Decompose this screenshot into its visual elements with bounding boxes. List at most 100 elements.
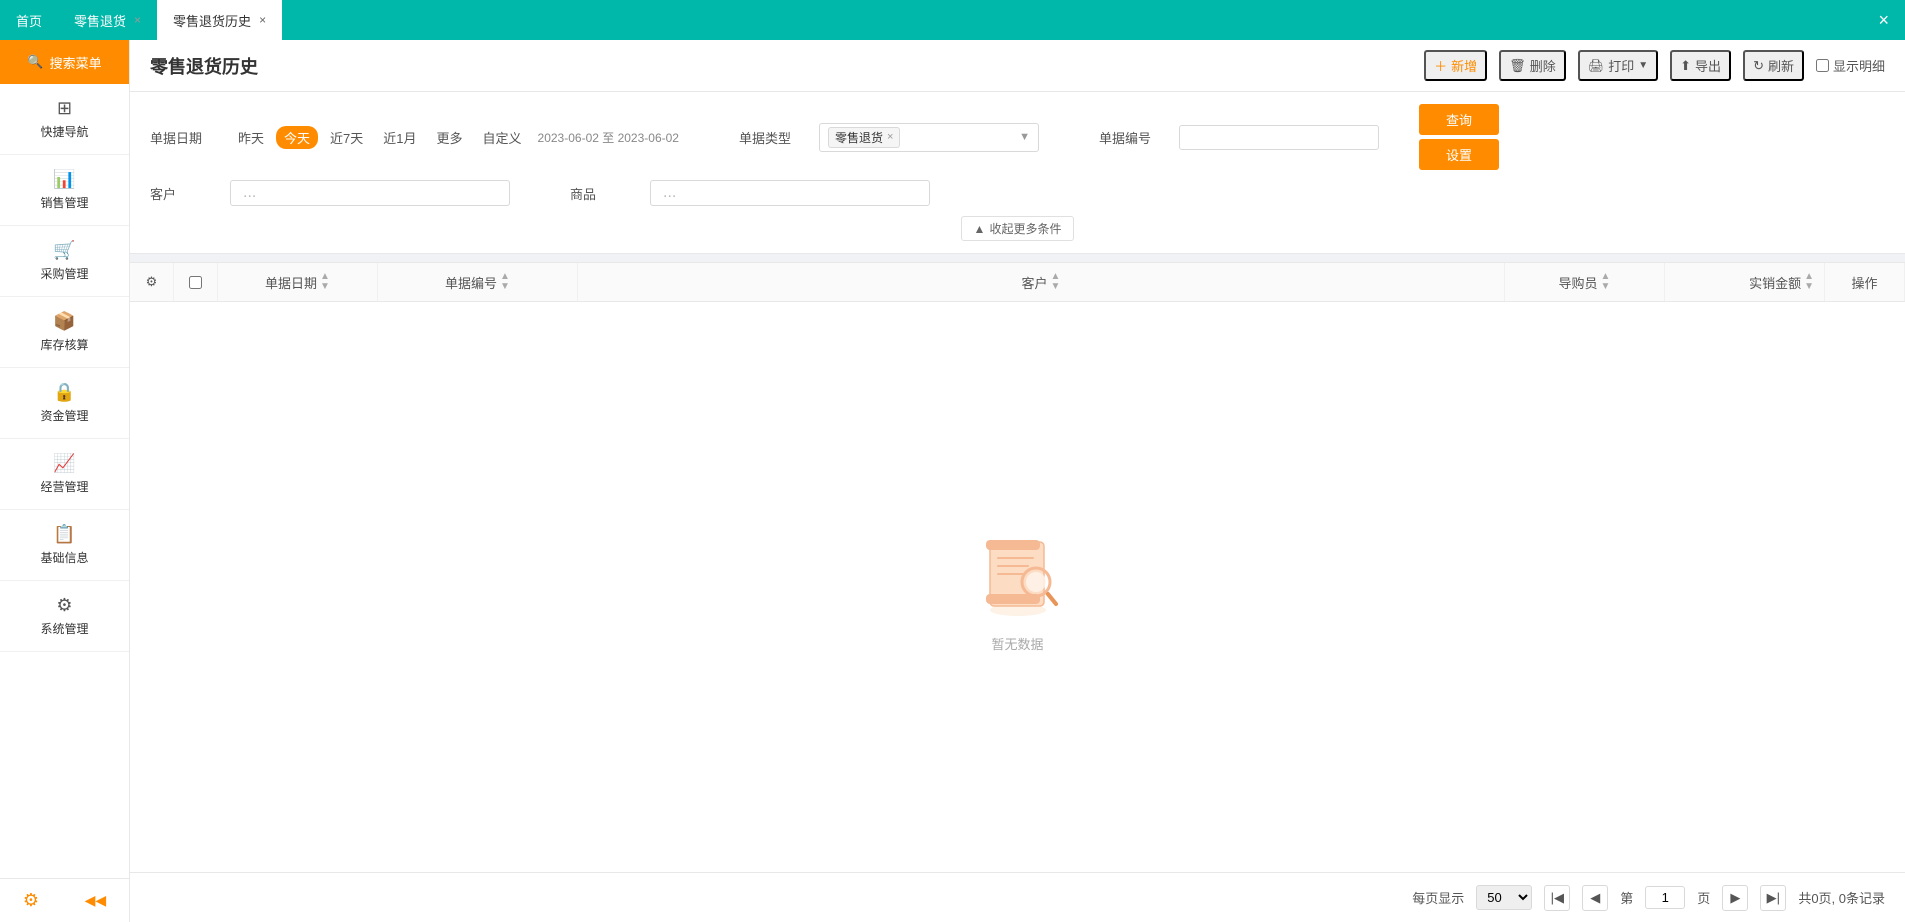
sidebar-item-basic-info[interactable]: 📋 基础信息	[0, 510, 129, 581]
per-page-label: 每页显示	[1412, 888, 1464, 907]
empty-text: 暂无数据	[991, 634, 1043, 653]
voucher-date-label: 单据日期	[150, 128, 210, 147]
prev-page-button[interactable]: ◀	[1582, 885, 1608, 911]
empty-illustration	[968, 522, 1068, 622]
query-action-area: 查询 设置	[1419, 104, 1499, 170]
sidebar-item-label: 系统管理	[40, 620, 88, 637]
collapse-icon: ▲	[974, 222, 986, 236]
next-page-button[interactable]: ▶	[1722, 885, 1748, 911]
header-actions: ＋ 新增 🗑 删除 🖨 打印 ▼ ⬆ 导出 ↻ 刷新	[1424, 50, 1885, 81]
system-mgmt-icon: ⚙	[56, 595, 72, 616]
collapse-bar: ▲ 收起更多条件	[150, 216, 1885, 241]
add-icon: ＋	[1434, 56, 1447, 75]
sidebar-item-label: 基础信息	[40, 549, 88, 566]
tab-return[interactable]: 零售退货 ×	[58, 0, 157, 40]
delete-icon: 🗑	[1509, 58, 1526, 74]
refresh-button[interactable]: ↻ 刷新	[1743, 50, 1804, 81]
print-dropdown-icon: ▼	[1638, 60, 1648, 71]
sidebar-nav: ⊞ 快捷导航 📊 销售管理 🛒 采购管理 📦 库存核算 🔒 资金管理 📈	[0, 84, 129, 878]
voucher-no-label: 单据编号	[1099, 128, 1159, 147]
print-icon: 🖨	[1588, 58, 1605, 74]
date-opt-last1month[interactable]: 近1月	[375, 126, 424, 149]
th-guide[interactable]: 导购员 ▲▼	[1505, 263, 1665, 301]
voucher-type-select[interactable]: 零售退货 × ▼	[819, 123, 1039, 152]
amount-sort-icon: ▲▼	[1804, 272, 1814, 292]
filter-row-1: 单据日期 昨天 今天 近7天 近1月 更多 自定义 2023-06-02 至 2…	[150, 104, 1885, 170]
sales-mgmt-icon: 📊	[53, 169, 75, 190]
customer-select[interactable]: ...	[230, 180, 510, 206]
print-button[interactable]: 🖨 打印 ▼	[1578, 50, 1658, 81]
pagination-bar: 每页显示 50 20 100 200 |◀ ◀ 第 页 ▶ ▶| 共0页, 0条…	[130, 872, 1905, 922]
page-number-input[interactable]	[1645, 886, 1685, 909]
sidebar-item-label: 采购管理	[40, 265, 88, 282]
voucher-type-chevron: ▼	[1019, 131, 1030, 143]
product-placeholder: ...	[663, 184, 676, 202]
sidebar-item-label: 库存核算	[40, 336, 88, 353]
total-label: 共0页, 0条记录	[1798, 888, 1885, 907]
basic-info-icon: 📋	[53, 524, 75, 545]
tab-home[interactable]: 首页	[0, 0, 58, 40]
settings-icon: ⚙	[146, 274, 158, 290]
date-opt-custom[interactable]: 自定义	[475, 126, 530, 149]
table-header: ⚙ 单据日期 ▲▼ 单据编号 ▲▼ 客户 ▲▼ 导购员	[130, 262, 1905, 302]
th-checkbox[interactable]	[174, 263, 218, 301]
th-settings[interactable]: ⚙	[130, 263, 174, 301]
date-opt-last7[interactable]: 近7天	[322, 126, 371, 149]
date-range-display: 2023-06-02 至 2023-06-02	[538, 129, 679, 146]
tab-return-close[interactable]: ×	[134, 13, 141, 27]
query-button[interactable]: 查询	[1419, 104, 1499, 135]
product-select[interactable]: ...	[650, 180, 930, 206]
sidebar-search[interactable]: 🔍 搜索菜单	[0, 40, 129, 84]
last-page-button[interactable]: ▶|	[1760, 885, 1786, 911]
window-close-button[interactable]: ×	[1862, 0, 1905, 40]
volume-bottom-btn[interactable]: ◀◀	[85, 892, 107, 909]
voucher-type-tag: 零售退货 ×	[828, 127, 900, 148]
product-label: 商品	[570, 184, 630, 203]
filter-row-2: 客户 ... 商品 ...	[150, 180, 1885, 206]
date-sort-icon: ▲▼	[320, 272, 330, 292]
date-opt-yesterday[interactable]: 昨天	[230, 126, 272, 149]
sidebar-item-operations[interactable]: 📈 经营管理	[0, 439, 129, 510]
empty-state: 暂无数据	[968, 522, 1068, 653]
search-icon: 🔍	[27, 54, 43, 70]
first-page-button[interactable]: |◀	[1544, 885, 1570, 911]
voucher-type-label: 单据类型	[739, 128, 799, 147]
voucher-no-sort-icon: ▲▼	[500, 272, 510, 292]
voucher-type-tag-close[interactable]: ×	[887, 131, 893, 143]
settings-bottom-btn[interactable]: ⚙	[23, 890, 39, 911]
delete-button[interactable]: 🗑 删除	[1499, 50, 1566, 81]
top-bar: 首页 零售退货 × 零售退货历史 × ×	[0, 0, 1905, 40]
collapse-button[interactable]: ▲ 收起更多条件	[961, 216, 1075, 241]
th-customer[interactable]: 客户 ▲▼	[578, 263, 1505, 301]
sidebar-item-finance[interactable]: 🔒 资金管理	[0, 368, 129, 439]
page-title: 零售退货历史	[150, 53, 1424, 79]
th-action: 操作	[1825, 263, 1905, 301]
th-amount[interactable]: 实销金额 ▲▼	[1665, 263, 1825, 301]
th-date[interactable]: 单据日期 ▲▼	[218, 263, 378, 301]
content-area: 零售退货历史 ＋ 新增 🗑 删除 🖨 打印 ▼ ⬆ 导出	[130, 40, 1905, 922]
export-button[interactable]: ⬆ 导出	[1670, 50, 1731, 81]
date-opt-today[interactable]: 今天	[276, 126, 318, 149]
select-all-checkbox[interactable]	[189, 276, 202, 289]
filter-area: 单据日期 昨天 今天 近7天 近1月 更多 自定义 2023-06-02 至 2…	[130, 92, 1905, 254]
th-voucher-no[interactable]: 单据编号 ▲▼	[378, 263, 578, 301]
show-detail-checkbox-label[interactable]: 显示明细	[1816, 56, 1885, 75]
customer-label: 客户	[150, 184, 210, 203]
show-detail-checkbox[interactable]	[1816, 59, 1829, 72]
sidebar-item-purchase-mgmt[interactable]: 🛒 采购管理	[0, 226, 129, 297]
tab-return-history-close[interactable]: ×	[259, 13, 266, 27]
tab-return-history[interactable]: 零售退货历史 ×	[157, 0, 282, 40]
sidebar-item-inventory[interactable]: 📦 库存核算	[0, 297, 129, 368]
guide-sort-icon: ▲▼	[1601, 272, 1611, 292]
sidebar-item-sales-mgmt[interactable]: 📊 销售管理	[0, 155, 129, 226]
sidebar-item-label: 销售管理	[40, 194, 88, 211]
per-page-select[interactable]: 50 20 100 200	[1476, 885, 1532, 910]
voucher-no-input[interactable]	[1179, 125, 1379, 150]
sidebar-item-quick-nav[interactable]: ⊞ 快捷导航	[0, 84, 129, 155]
setting-button[interactable]: 设置	[1419, 139, 1499, 170]
sidebar-item-system-mgmt[interactable]: ⚙ 系统管理	[0, 581, 129, 652]
inventory-icon: 📦	[53, 311, 75, 332]
add-button[interactable]: ＋ 新增	[1424, 50, 1487, 81]
date-opt-more[interactable]: 更多	[429, 126, 471, 149]
refresh-icon: ↻	[1753, 58, 1764, 74]
